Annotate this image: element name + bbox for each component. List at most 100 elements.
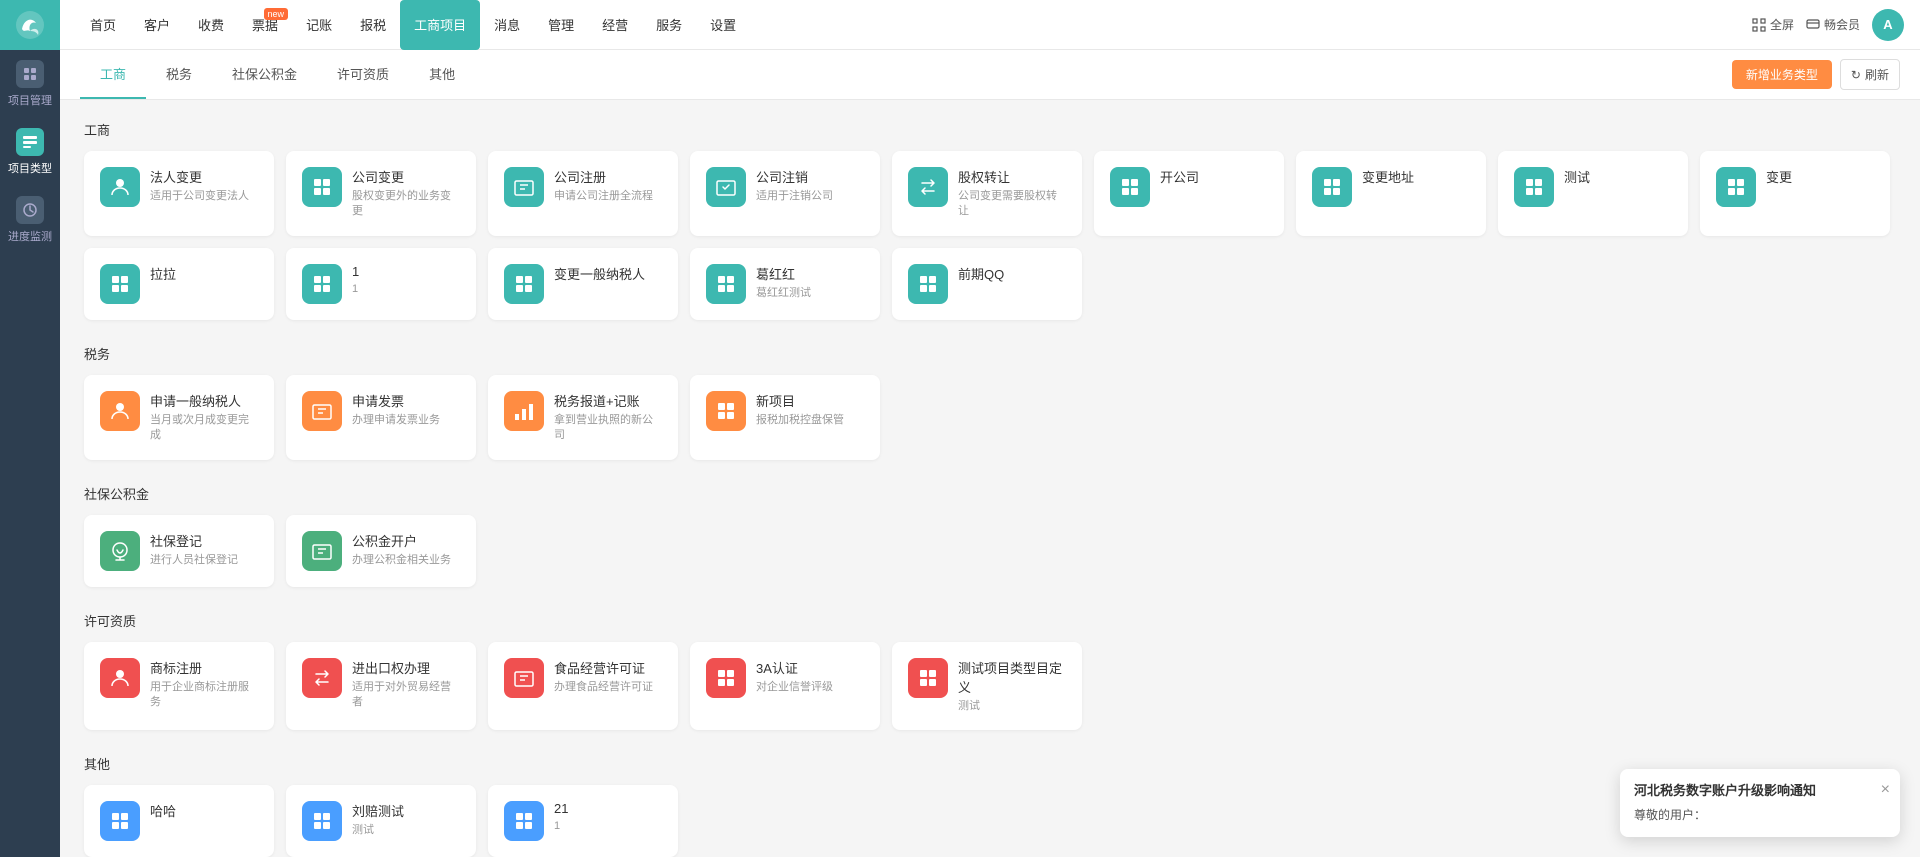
card-social-register[interactable]: 社保登记 进行人员社保登记 xyxy=(84,515,274,587)
change-address-icon xyxy=(1312,167,1352,207)
card-num1[interactable]: 1 1 xyxy=(286,248,476,320)
new-type-button[interactable]: 新增业务类型 xyxy=(1732,60,1832,89)
card-legal-change[interactable]: 法人变更 适用于公司变更法人 xyxy=(84,151,274,236)
food-license-icon xyxy=(504,658,544,698)
legal-change-icon xyxy=(100,167,140,207)
gehonghong-icon xyxy=(706,264,746,304)
equity-transfer-icon xyxy=(908,167,948,207)
card-tax-report-accounting[interactable]: 税务报道+记账 拿到营业执照的新公司 xyxy=(488,375,678,460)
nav-client[interactable]: 客户 xyxy=(130,0,184,50)
tax-card-grid: 申请一般纳税人 当月或次月成变更完成 申请发票 办理申请发票业务 xyxy=(84,375,1896,460)
navbar: 首页 客户 收费 票据 new 记账 报税 工商项目 消息 管理 经营 服务 设… xyxy=(60,0,1920,50)
section-title-license: 许可资质 xyxy=(84,611,1896,630)
num1-icon xyxy=(302,264,342,304)
card-equity-transfer[interactable]: 股权转让 公司变更需要股权转让 xyxy=(892,151,1082,236)
nav-accounting[interactable]: 记账 xyxy=(292,0,346,50)
fullscreen-icon xyxy=(1752,18,1766,32)
card-gehonghong[interactable]: 葛红红 葛红红测试 xyxy=(690,248,880,320)
navbar-right: 全屏 畅会员 A xyxy=(1752,9,1904,41)
social-register-icon xyxy=(100,531,140,571)
card-liupei-test[interactable]: 刘赔测试 测试 xyxy=(286,785,476,857)
notification-close-btn[interactable]: × xyxy=(1881,777,1890,803)
user-avatar[interactable]: A xyxy=(1872,9,1904,41)
nav-industry[interactable]: 工商项目 xyxy=(400,0,480,50)
card-test-type-def[interactable]: 测试项目类型目定义 测试 xyxy=(892,642,1082,730)
card-haha[interactable]: 哈哈 xyxy=(84,785,274,857)
change-taxpayer-icon xyxy=(504,264,544,304)
content-area: 工商 税务 社保公积金 许可资质 其他 新增业务类型 ↻ 刷新 工商 xyxy=(60,50,1920,857)
card-new-project[interactable]: 新项目 报税加税控盘保管 xyxy=(690,375,880,460)
nav-message[interactable]: 消息 xyxy=(480,0,534,50)
nav-service[interactable]: 服务 xyxy=(642,0,696,50)
card-open-company[interactable]: 开公司 xyxy=(1094,151,1284,236)
card-num21[interactable]: 21 1 xyxy=(488,785,678,857)
section-title-tax: 税务 xyxy=(84,344,1896,363)
prev-qq-icon xyxy=(908,264,948,304)
card-company-cancel[interactable]: 公司注销 适用于注销公司 xyxy=(690,151,880,236)
nav-manage[interactable]: 管理 xyxy=(534,0,588,50)
nav-settings[interactable]: 设置 xyxy=(696,0,750,50)
sidebar-item-project-mgmt[interactable]: 项目管理 xyxy=(0,50,60,118)
social-fund-card-grid: 社保登记 进行人员社保登记 公积金开户 办理公积金相关业务 xyxy=(84,515,1896,587)
nav-home[interactable]: 首页 xyxy=(76,0,130,50)
project-mgmt-icon xyxy=(16,60,44,88)
card-change-taxpayer[interactable]: 变更一般纳税人 xyxy=(488,248,678,320)
card-import-export[interactable]: 进出口权办理 适用于对外贸易经营者 xyxy=(286,642,476,730)
card-3a-cert[interactable]: 3A认证 对企业信誉评级 xyxy=(690,642,880,730)
tab-social-fund[interactable]: 社保公积金 xyxy=(212,50,317,99)
company-register-icon xyxy=(504,167,544,207)
notification-popup: × 河北税务数字账户升级影响通知 尊敬的用户： xyxy=(1620,769,1900,837)
content-inner: 工商 法人变更 适用于公司变更法人 公司变更 xyxy=(60,100,1920,857)
tab-tax[interactable]: 税务 xyxy=(146,50,212,99)
card-trademark[interactable]: 商标注册 用于企业商标注册服务 xyxy=(84,642,274,730)
card-prev-qq[interactable]: 前期QQ xyxy=(892,248,1082,320)
open-company-icon xyxy=(1110,167,1150,207)
card-change-address[interactable]: 变更地址 xyxy=(1296,151,1486,236)
sidebar: 项目管理 项目类型 进度监测 xyxy=(0,0,60,857)
card-food-license[interactable]: 食品经营许可证 办理食品经营许可证 xyxy=(488,642,678,730)
apply-invoice-icon xyxy=(302,391,342,431)
fullscreen-btn[interactable]: 全屏 xyxy=(1752,16,1794,33)
company-cancel-icon xyxy=(706,167,746,207)
nav-billing[interactable]: 收费 xyxy=(184,0,238,50)
sidebar-item-project-type[interactable]: 项目类型 xyxy=(0,118,60,186)
card-apply-invoice[interactable]: 申请发票 办理申请发票业务 xyxy=(286,375,476,460)
license-card-grid: 商标注册 用于企业商标注册服务 进出口权办理 适用于对外贸易经营者 xyxy=(84,642,1896,730)
tab-industry[interactable]: 工商 xyxy=(80,50,146,99)
card-company-register[interactable]: 公司注册 申请公司注册全流程 xyxy=(488,151,678,236)
tabs-bar: 工商 税务 社保公积金 许可资质 其他 新增业务类型 ↻ 刷新 xyxy=(60,50,1920,100)
tab-other[interactable]: 其他 xyxy=(409,50,475,99)
tab-license[interactable]: 许可资质 xyxy=(317,50,409,99)
tax-report-accounting-icon xyxy=(504,391,544,431)
trademark-icon xyxy=(100,658,140,698)
tabs-actions: 新增业务类型 ↻ 刷新 xyxy=(1732,59,1900,90)
member-icon xyxy=(1806,18,1820,32)
sidebar-item-progress-monitor[interactable]: 进度监测 xyxy=(0,186,60,254)
member-btn[interactable]: 畅会员 xyxy=(1806,16,1860,33)
refresh-button[interactable]: ↻ 刷新 xyxy=(1840,59,1900,90)
section-title-social-fund: 社保公积金 xyxy=(84,484,1896,503)
project-type-icon xyxy=(16,128,44,156)
notification-content: 尊敬的用户： xyxy=(1634,806,1886,825)
num21-icon xyxy=(504,801,544,841)
card-apply-taxpayer[interactable]: 申请一般纳税人 当月或次月成变更完成 xyxy=(84,375,274,460)
nav-tax[interactable]: 报税 xyxy=(346,0,400,50)
sidebar-logo[interactable] xyxy=(0,0,60,50)
test1-icon xyxy=(1514,167,1554,207)
card-test1[interactable]: 测试 xyxy=(1498,151,1688,236)
card-company-change[interactable]: 公司变更 股权变更外的业务变更 xyxy=(286,151,476,236)
liupei-test-icon xyxy=(302,801,342,841)
nav-operation[interactable]: 经营 xyxy=(588,0,642,50)
import-export-icon xyxy=(302,658,342,698)
apply-taxpayer-icon xyxy=(100,391,140,431)
company-change-icon xyxy=(302,167,342,207)
3a-cert-icon xyxy=(706,658,746,698)
progress-monitor-icon xyxy=(16,196,44,224)
nav-invoice[interactable]: 票据 new xyxy=(238,0,292,50)
card-fund-account[interactable]: 公积金开户 办理公积金相关业务 xyxy=(286,515,476,587)
card-change1[interactable]: 变更 xyxy=(1700,151,1890,236)
main-area: 首页 客户 收费 票据 new 记账 报税 工商项目 消息 管理 经营 服务 设… xyxy=(60,0,1920,857)
card-lala[interactable]: 拉拉 xyxy=(84,248,274,320)
lala-icon xyxy=(100,264,140,304)
haha-icon xyxy=(100,801,140,841)
